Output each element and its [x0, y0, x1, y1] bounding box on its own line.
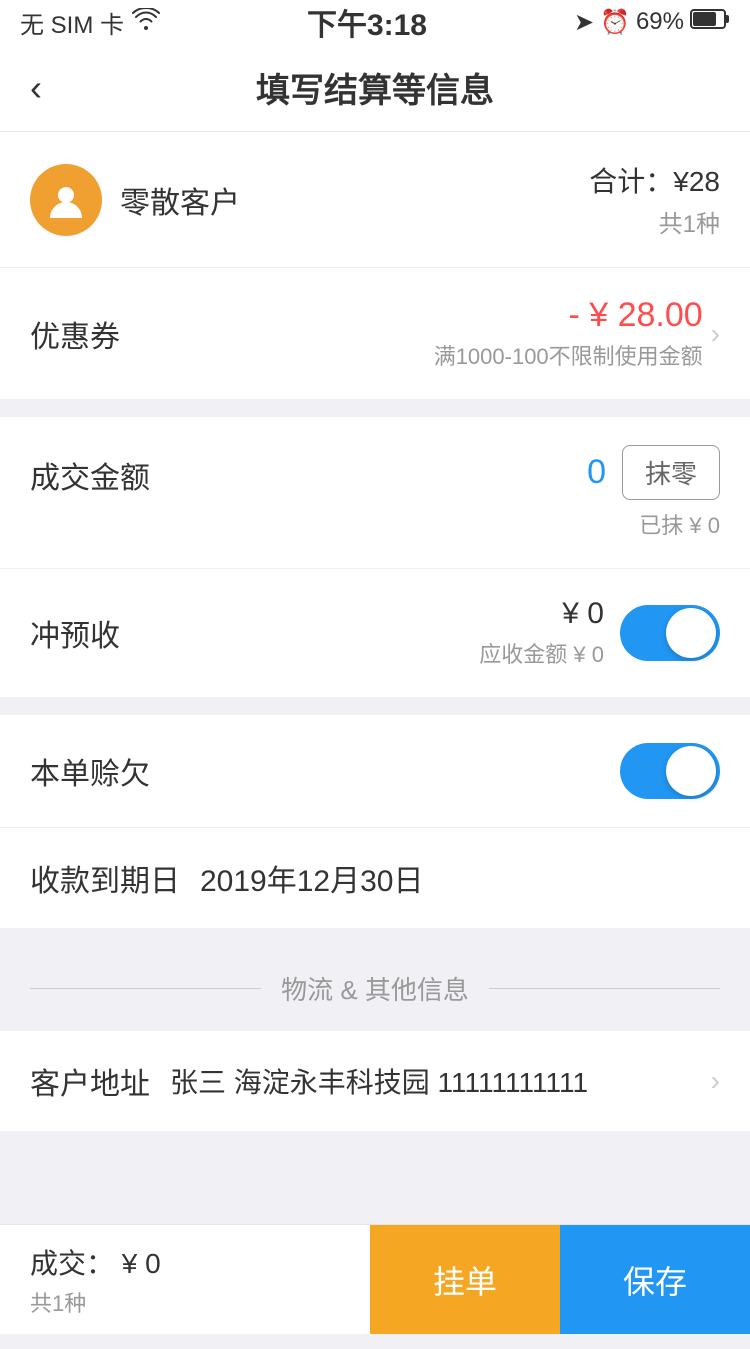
- customer-total: 合计：¥28: [589, 160, 720, 200]
- deal-row: 成交金额 0 抹零 已抹 ¥ 0: [0, 417, 750, 568]
- status-left: 无 SIM 卡: [20, 5, 160, 40]
- back-button[interactable]: ‹: [30, 67, 42, 109]
- advance-toggle[interactable]: [620, 605, 720, 661]
- customer-count: 共1种: [589, 204, 720, 239]
- wifi-icon: [132, 8, 160, 37]
- customer-right: 合计：¥28 共1种: [589, 160, 720, 239]
- advance-label: 冲预收: [30, 611, 120, 655]
- status-right: ➤ ⏰ 69%: [574, 8, 730, 37]
- round-button[interactable]: 抹零: [622, 445, 720, 500]
- debt-row: 本单赊欠: [0, 715, 750, 827]
- status-time: 下午3:18: [307, 0, 427, 44]
- address-row[interactable]: 客户地址 张三 海淀永丰科技园 11111111111 ›: [0, 1031, 750, 1131]
- logistics-line-left: [30, 988, 261, 989]
- battery-label: 69%: [636, 8, 684, 36]
- hang-button[interactable]: 挂单: [370, 1225, 560, 1334]
- advance-toggle-knob: [666, 608, 716, 658]
- advance-row: 冲预收 ¥ 0 应收金额 ¥ 0: [0, 568, 750, 697]
- customer-row: 零散客户 合计：¥28 共1种: [0, 132, 750, 267]
- debt-toggle-knob: [666, 746, 716, 796]
- duedate-label: 收款到期日: [30, 856, 180, 900]
- address-chevron: ›: [711, 1065, 720, 1097]
- advance-amount: ¥ 0: [479, 597, 604, 631]
- debt-section: 本单赊欠 收款到期日 2019年12月30日: [0, 715, 750, 928]
- alarm-icon: ⏰: [600, 8, 630, 37]
- battery-icon: [690, 8, 730, 37]
- duedate-value: 2019年12月30日: [200, 856, 423, 900]
- deal-section: 成交金额 0 抹零 已抹 ¥ 0 冲预收 ¥ 0 应收金额 ¥ 0: [0, 417, 750, 697]
- coupon-row[interactable]: 优惠券 - ¥ 28.00 满1000-100不限制使用金额 ›: [0, 267, 750, 399]
- address-value: 张三 海淀永丰科技园 11111111111: [170, 1061, 711, 1101]
- customer-left: 零散客户: [30, 164, 240, 236]
- bottom-deal: 成交： ¥ 0: [30, 1242, 340, 1282]
- coupon-label: 优惠券: [30, 312, 120, 356]
- deal-sub: 已抹 ¥ 0: [587, 508, 720, 540]
- deal-label: 成交金额: [30, 445, 150, 497]
- advance-right: ¥ 0 应收金额 ¥ 0: [479, 597, 720, 669]
- save-button[interactable]: 保存: [560, 1225, 750, 1334]
- logistics-line-right: [489, 988, 720, 989]
- customer-avatar: [30, 164, 102, 236]
- status-bar: 无 SIM 卡 下午3:18 ➤ ⏰ 69%: [0, 0, 750, 44]
- advance-sub: 应收金额 ¥ 0: [479, 637, 604, 669]
- customer-name: 零散客户: [120, 178, 240, 222]
- location-icon: ➤: [574, 8, 594, 37]
- sim-label: 无 SIM 卡: [20, 5, 124, 40]
- coupon-desc: 满1000-100不限制使用金额: [434, 339, 703, 371]
- deal-amount: 0: [587, 453, 606, 492]
- bottom-count: 共1种: [30, 1286, 340, 1318]
- deal-right: 0 抹零 已抹 ¥ 0: [587, 445, 720, 540]
- debt-toggle[interactable]: [620, 743, 720, 799]
- debt-label: 本单赊欠: [30, 749, 150, 793]
- bottom-deal-value: ¥ 0: [122, 1248, 161, 1279]
- address-label: 客户地址: [30, 1059, 150, 1103]
- bottom-bar: 成交： ¥ 0 共1种 挂单 保存: [0, 1224, 750, 1334]
- bottom-deal-label: 成交：: [30, 1248, 114, 1279]
- coupon-info: - ¥ 28.00 满1000-100不限制使用金额: [434, 296, 703, 371]
- duedate-row: 收款到期日 2019年12月30日: [0, 827, 750, 928]
- coupon-amount: - ¥ 28.00: [434, 296, 703, 335]
- address-section: 客户地址 张三 海淀永丰科技园 11111111111 ›: [0, 1031, 750, 1131]
- customer-section: 零散客户 合计：¥28 共1种 优惠券 - ¥ 28.00 满1000-100不…: [0, 132, 750, 399]
- nav-bar: ‹ 填写结算等信息: [0, 44, 750, 132]
- page-title: 填写结算等信息: [256, 63, 494, 112]
- coupon-right: - ¥ 28.00 满1000-100不限制使用金额 ›: [434, 296, 720, 371]
- advance-amounts: ¥ 0 应收金额 ¥ 0: [479, 597, 604, 669]
- coupon-chevron: ›: [711, 318, 720, 350]
- deal-amount-row: 0 抹零: [587, 445, 720, 500]
- logistics-text: 物流 & 其他信息: [281, 970, 469, 1007]
- logistics-header: 物流 & 其他信息: [0, 946, 750, 1031]
- bottom-info: 成交： ¥ 0 共1种: [0, 1225, 370, 1334]
